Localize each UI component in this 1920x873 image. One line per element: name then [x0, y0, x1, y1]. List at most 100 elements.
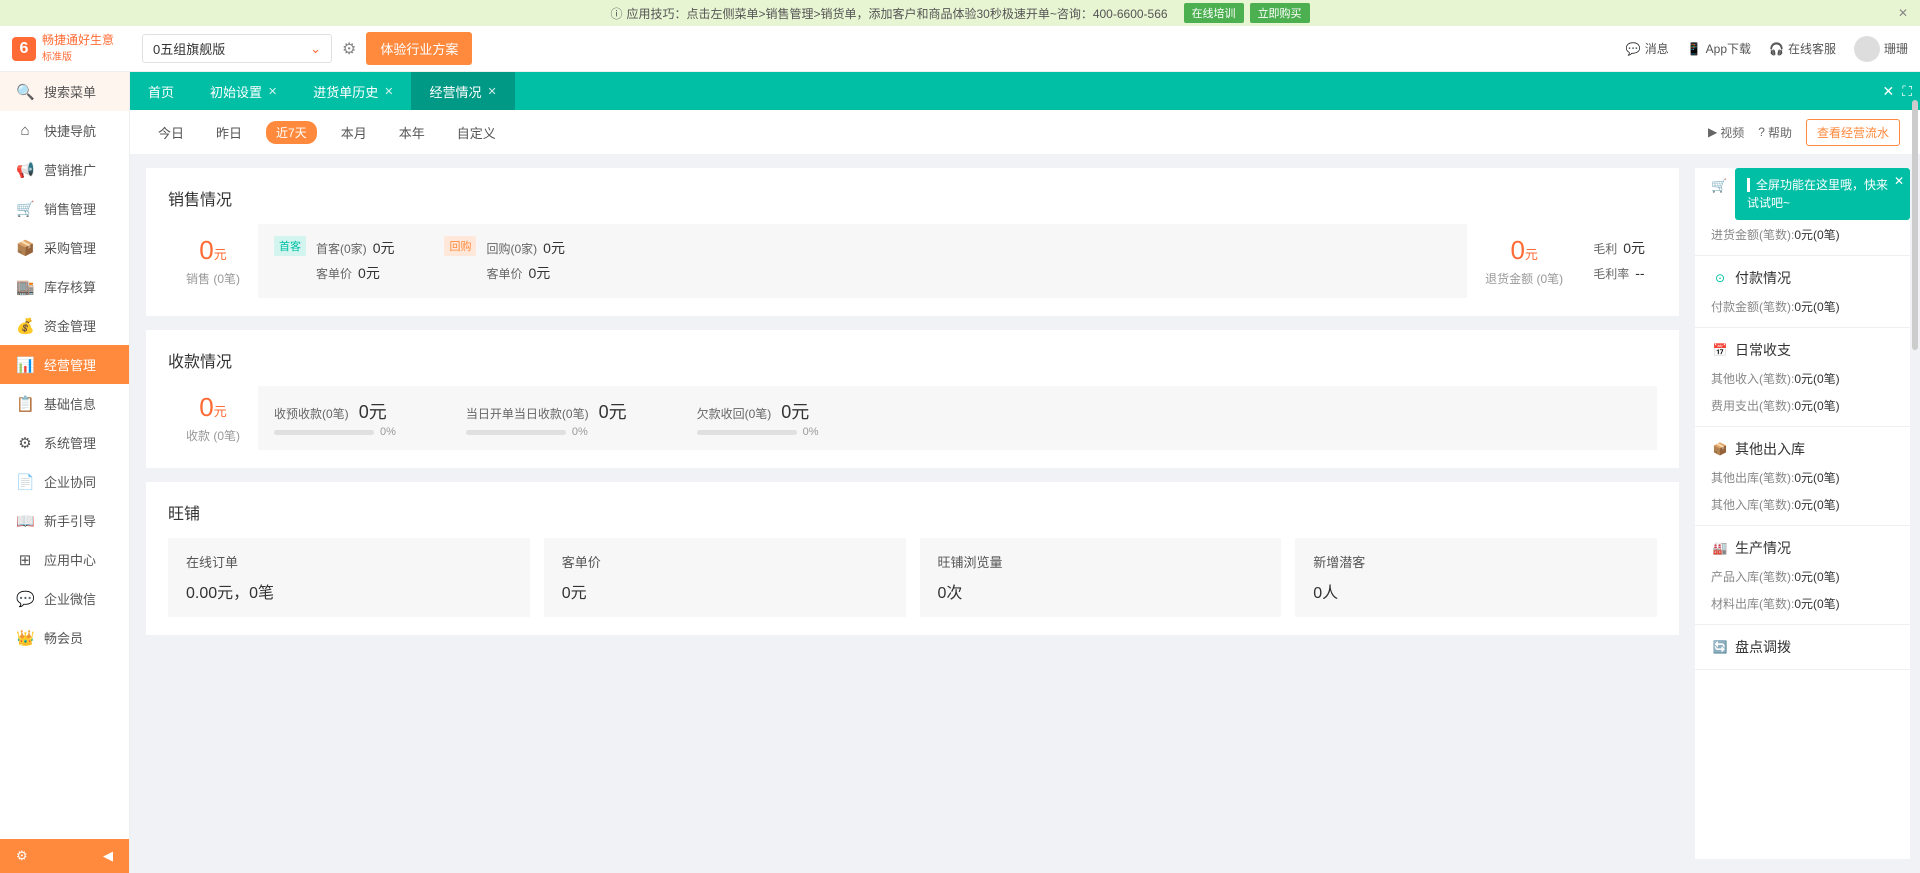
debt-recover-stat: 欠款收回(0笔)0元 0% [697, 398, 819, 438]
avatar [1854, 36, 1880, 62]
inventory-title: 盘点调拨 [1735, 637, 1791, 657]
top-announcement-bar: ⓘ 应用技巧：点击左侧菜单>销售管理>销货单，添加客户和商品体验30秒极速开单~… [0, 0, 1920, 26]
sidebar-icon: ⊞ [16, 551, 34, 569]
tab-1[interactable]: 初始设置 ✕ [192, 72, 295, 110]
tab-close-icon[interactable]: ✕ [488, 85, 497, 98]
help-link[interactable]: ?帮助 [1758, 124, 1792, 141]
tab-close-icon[interactable]: ✕ [384, 85, 393, 98]
sidebar-label: 库存核算 [44, 277, 96, 296]
filter-今日[interactable]: 今日 [150, 119, 192, 146]
expense-item: 费用支出(笔数):0元(0笔) [1711, 397, 1894, 414]
sidebar-icon: 🏬 [16, 278, 34, 296]
stock-in-item: 其他入库(笔数):0元(0笔) [1711, 496, 1894, 513]
daily-title: 日常收支 [1735, 340, 1791, 360]
customer-service-link[interactable]: 🎧在线客服 [1769, 40, 1836, 57]
tab-0[interactable]: 首页 [130, 72, 192, 110]
online-training-button[interactable]: 在线培训 [1184, 3, 1244, 23]
sidebar-item-0[interactable]: 🔍搜索菜单 [0, 72, 129, 111]
sidebar-item-14[interactable]: 👑 畅会员 [0, 618, 129, 657]
payment-icon: ⊙ [1711, 269, 1729, 287]
info-icon: ⓘ [610, 5, 622, 22]
sidebar-item-2[interactable]: 📢营销推广 [0, 150, 129, 189]
sidebar-item-13[interactable]: 💬企业微信 [0, 579, 129, 618]
refund-total: 0元 退货金额 (0笔) [1467, 235, 1581, 287]
first-customer-tag: 首客 [274, 236, 306, 256]
logo-icon: 6 [12, 37, 36, 61]
production-icon: 🏭 [1711, 539, 1729, 557]
filter-本月[interactable]: 本月 [333, 119, 375, 146]
sidebar-icon: 👑 [16, 629, 34, 647]
filter-昨日[interactable]: 昨日 [208, 119, 250, 146]
collection-card: 收款情况 0元 收款 (0笔) 收预收款(0笔)0元 0% [146, 330, 1679, 468]
help-icon: ? [1758, 125, 1765, 139]
sidebar-label: 企业微信 [44, 589, 96, 608]
sidebar-footer: ⚙ ◀ [0, 839, 129, 873]
collapse-icon[interactable]: ◀ [103, 848, 113, 864]
tab-label: 进货单历史 [313, 82, 378, 101]
messages-link[interactable]: 💬消息 [1626, 40, 1669, 57]
org-selector[interactable]: 0五组旗舰版 ⌄ [142, 34, 332, 63]
logo: 6 畅捷通好生意 标准版 [12, 34, 130, 62]
sidebar-item-5[interactable]: 🏬 库存核算 [0, 267, 129, 306]
close-announcement-icon[interactable]: ✕ [1898, 6, 1908, 20]
sidebar-label: 采购管理 [44, 238, 96, 257]
app-download-link[interactable]: 📱App下载 [1687, 40, 1751, 57]
sidebar-label: 应用中心 [44, 550, 96, 569]
filter-自定义[interactable]: 自定义 [449, 119, 504, 146]
buy-now-button[interactable]: 立即购买 [1250, 3, 1310, 23]
collection-total: 0元 收款 (0笔) [168, 392, 258, 444]
other-stock-title: 其他出入库 [1735, 439, 1805, 459]
settings-icon[interactable]: ⚙ [342, 39, 356, 59]
new-leads-cell: 新增潜客0人 [1295, 538, 1657, 617]
repeat-customer-tag: 回购 [444, 236, 476, 256]
view-flow-button[interactable]: 查看经营流水 [1806, 119, 1900, 146]
sidebar-label: 销售管理 [44, 199, 96, 218]
sidebar-icon: ⚙ [16, 434, 34, 452]
tab-3[interactable]: 经营情况✕ [411, 72, 514, 110]
tab-2[interactable]: 进货单历史 ✕ [295, 72, 411, 110]
logo-subtitle: 标准版 [42, 48, 114, 63]
video-link[interactable]: ▶视频 [1708, 124, 1744, 141]
sameday-stat: 当日开单当日收款(0笔)0元 0% [466, 398, 627, 438]
sidebar-label: 资金管理 [44, 316, 96, 335]
sidebar-item-10[interactable]: 📄企业协同 [0, 462, 129, 501]
sidebar-icon: 📖 [16, 512, 34, 530]
sidebar-item-11[interactable]: 📖新手引导 [0, 501, 129, 540]
sidebar-item-6[interactable]: 💰资金管理 [0, 306, 129, 345]
views-cell: 旺铺浏览量0次 [920, 538, 1282, 617]
purchase-amount-item: 进货金额(笔数):0元(0笔) [1711, 226, 1894, 243]
sidebar-label: 企业协同 [44, 472, 96, 491]
sidebar-item-7[interactable]: 📊 经营管理 [0, 345, 129, 384]
sidebar-icon: ⌂ [16, 122, 34, 139]
payment-amount-item: 付款金额(笔数):0元(0笔) [1711, 298, 1894, 315]
sidebar-item-1[interactable]: ⌂快捷导航 [0, 111, 129, 150]
sidebar-item-3[interactable]: 🛒销售管理 [0, 189, 129, 228]
sidebar-item-4[interactable]: 📦采购管理 [0, 228, 129, 267]
tab-bar: 首页初始设置✕进货单历史✕经营情况✕ ✕ ⛶ [130, 72, 1920, 110]
tab-close-icon[interactable]: ✕ [268, 85, 277, 98]
filter-近7天[interactable]: 近7天 [266, 121, 317, 144]
sales-card: 销售情况 0元 销售 (0笔) 首客 首客(0家)0元 客单价0元 [146, 168, 1679, 316]
filter-本年[interactable]: 本年 [391, 119, 433, 146]
sidebar: 🔍搜索菜单⌂快捷导航📢营销推广🛒销售管理📦采购管理 🏬 库存核算 💰资金管理 📊 经营管理… [0, 72, 130, 873]
sidebar-item-9[interactable]: ⚙ 系统管理 [0, 423, 129, 462]
sidebar-label: 经营管理 [44, 355, 96, 374]
tooltip-close-icon[interactable]: ✕ [1894, 172, 1904, 190]
logo-text: 畅捷通好生意 [42, 34, 114, 47]
gear-icon[interactable]: ⚙ [16, 848, 28, 864]
tab-close-all-icon[interactable]: ✕ [1882, 83, 1894, 100]
user-menu[interactable]: 珊珊 [1854, 36, 1908, 62]
sidebar-item-12[interactable]: ⊞ 应用中心 [0, 540, 129, 579]
sidebar-label: 系统管理 [44, 433, 96, 452]
sidebar-label: 畅会员 [44, 628, 83, 647]
sidebar-icon: 📊 [16, 356, 34, 374]
other-income-item: 其他收入(笔数):0元(0笔) [1711, 370, 1894, 387]
industry-demo-button[interactable]: 体验行业方案 [366, 32, 472, 65]
stock-out-item: 其他出库(笔数):0元(0笔) [1711, 469, 1894, 486]
tab-label: 首页 [148, 82, 174, 101]
tab-label: 初始设置 [210, 82, 262, 101]
sidebar-item-8[interactable]: 📋基础信息 [0, 384, 129, 423]
collection-title: 收款情况 [168, 348, 1657, 372]
fullscreen-icon[interactable]: ⛶ [1902, 83, 1912, 100]
inventory-icon: 🔄 [1711, 638, 1729, 656]
